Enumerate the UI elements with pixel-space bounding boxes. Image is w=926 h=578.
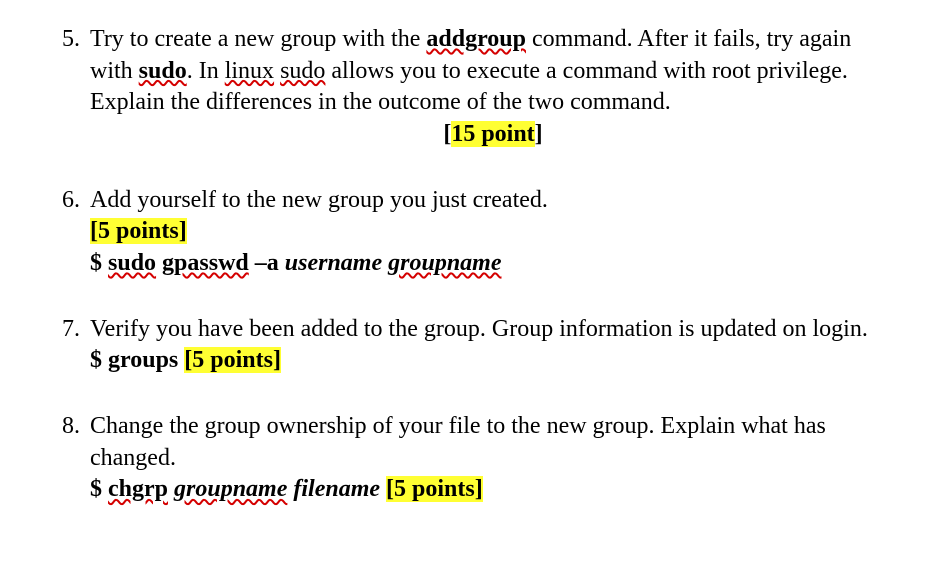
q5-points-line: [15 point] [90,119,896,151]
q5-addgroup: addgroup [426,26,526,52]
q5-sudo-1: sudo [139,58,187,84]
q6-cmd-username: username [285,250,382,276]
q5-text-c: . In [187,58,225,84]
q6-text: Add yourself to the new group you just c… [90,187,548,213]
q5-linux: linux [225,58,274,84]
question-5: Try to create a new group with the addgr… [86,24,896,151]
q6-cmd-flag: –a [249,250,285,276]
q8-cmd-dollar: $ [90,476,108,502]
question-8: Change the group ownership of your file … [86,411,896,506]
q6-cmd-groupname: groupname [388,250,501,276]
q5-pt-text: 15 point [451,121,534,147]
q7-pt-text: 5 points [192,347,273,373]
question-6: Add yourself to the new group you just c… [86,185,896,280]
q6-pt-close: ] [179,218,187,244]
q7-text: Verify you have been added to the group.… [90,316,868,342]
q8-cmd-filename: filename [293,476,380,502]
q8-cmd-groupname: groupname [174,476,287,502]
q5-sudo-2: sudo [280,58,325,84]
q7-cmd-groups: groups [108,347,178,373]
q6-cmd-gpasswd: gpasswd [162,250,249,276]
question-list: Try to create a new group with the addgr… [30,24,896,506]
document-page: Try to create a new group with the addgr… [0,0,926,570]
q5-text-a: Try to create a new group with the [90,26,426,52]
q6-pt-open: [ [90,218,98,244]
question-7: Verify you have been added to the group.… [86,314,896,377]
q6-cmd-dollar: $ [90,250,108,276]
q8-pt-open: [ [386,476,394,502]
q6-cmd-sudo: sudo [108,250,156,276]
q8-pt-text: 5 points [394,476,475,502]
q7-pt-close: ] [273,347,281,373]
q6-pt-text: 5 points [98,218,179,244]
q7-cmd-dollar: $ [90,347,108,373]
q8-cmd-chgrp: chgrp [108,476,168,502]
q5-pt-close: ] [535,121,543,147]
q8-pt-close: ] [475,476,483,502]
q8-text: Change the group ownership of your file … [90,413,826,471]
